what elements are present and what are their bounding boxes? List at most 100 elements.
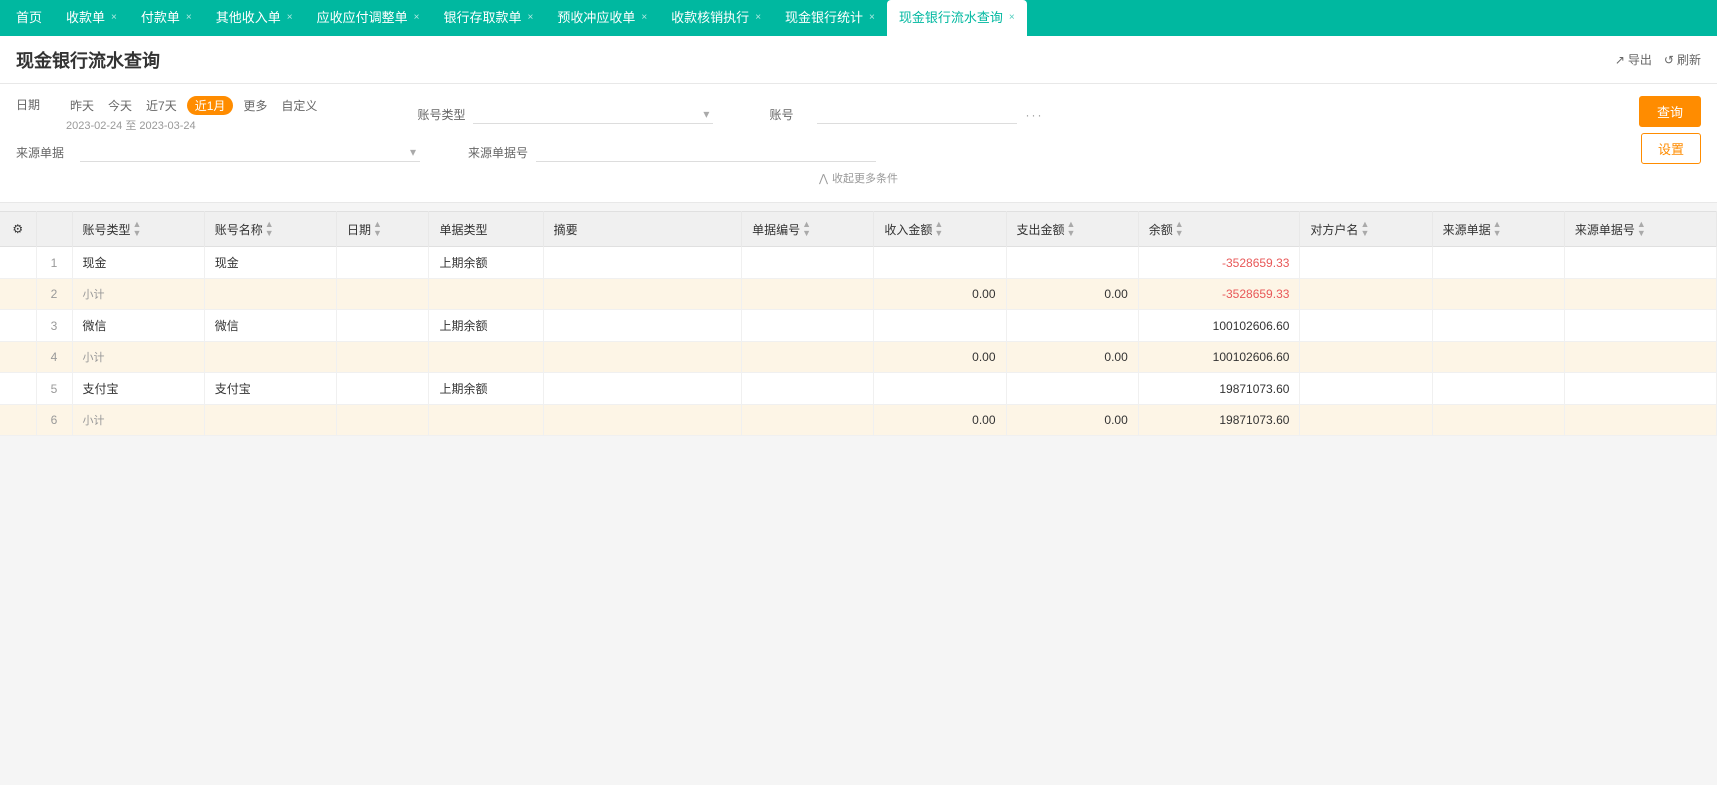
- cell-row-num: 1: [36, 247, 72, 279]
- cell-date: [336, 279, 429, 310]
- source-doc-select[interactable]: ▾: [80, 143, 420, 162]
- nav-receipt[interactable]: 收款单 ×: [54, 0, 129, 36]
- th-income[interactable]: 收入金额 ▲▼: [874, 212, 1006, 247]
- nav-advance-offset[interactable]: 预收冲应收单 ×: [545, 0, 659, 36]
- th-row-num: [36, 212, 72, 247]
- nav-bank-deposit[interactable]: 银行存取款单 ×: [431, 0, 545, 36]
- cell-row-num: 2: [36, 279, 72, 310]
- th-date[interactable]: 日期 ▲▼: [336, 212, 429, 247]
- query-button[interactable]: 查询: [1639, 96, 1701, 127]
- nav-cash-bank-stat[interactable]: 现金银行统计 ×: [773, 0, 887, 36]
- source-doc-no-label: 来源单据号: [468, 144, 528, 161]
- cell-doc-no: [742, 247, 874, 279]
- nav-receipt-close[interactable]: ×: [111, 0, 117, 36]
- cell-source-doc-no: [1564, 342, 1716, 373]
- nav-cash-bank-stat-close[interactable]: ×: [869, 0, 875, 36]
- cell-empty: [0, 247, 36, 279]
- cell-counterparty: [1300, 342, 1432, 373]
- cell-counterparty: [1300, 247, 1432, 279]
- cell-counterparty: [1300, 373, 1432, 405]
- cell-account-name: 现金: [204, 247, 336, 279]
- nav-bank-deposit-close[interactable]: ×: [527, 0, 533, 36]
- cell-empty: [0, 342, 36, 373]
- date-btn-1month[interactable]: 近1月: [187, 96, 234, 115]
- cell-summary: [543, 247, 741, 279]
- cell-income: 0.00: [874, 405, 1006, 436]
- cell-balance: 100102606.60: [1138, 310, 1300, 342]
- cell-expense: 0.00: [1006, 405, 1138, 436]
- th-source-doc-no[interactable]: 来源单据号 ▲▼: [1564, 212, 1716, 247]
- date-btn-custom[interactable]: 自定义: [277, 96, 321, 115]
- date-buttons: 昨天 今天 近7天 近1月 更多 自定义: [66, 96, 321, 115]
- nav-payment[interactable]: 付款单 ×: [129, 0, 204, 36]
- th-account-type[interactable]: 账号类型 ▲▼: [72, 212, 204, 247]
- table-body: 1 现金 现金 上期余额 -3528659.33 2 小计 0.00 0.00 …: [0, 247, 1717, 436]
- account-more-icon[interactable]: ···: [1025, 108, 1043, 122]
- sort-icon-expense: ▲▼: [1067, 220, 1076, 238]
- data-table: ⚙ 账号类型 ▲▼ 账号名称 ▲▼: [0, 211, 1717, 436]
- cell-income: [874, 373, 1006, 405]
- th-source-doc[interactable]: 来源单据 ▲▼: [1432, 212, 1564, 247]
- chevron-down-icon: ▾: [703, 107, 709, 121]
- cell-source-doc-no: [1564, 247, 1716, 279]
- cell-doc-type: 上期余额: [429, 373, 543, 405]
- th-gear[interactable]: ⚙: [0, 212, 36, 247]
- nav-collection-exec-close[interactable]: ×: [755, 0, 761, 36]
- date-btn-yesterday[interactable]: 昨天: [66, 96, 98, 115]
- nav-advance-offset-close[interactable]: ×: [641, 0, 647, 36]
- refresh-button[interactable]: ↺ 刷新: [1664, 51, 1701, 68]
- th-expense[interactable]: 支出金额 ▲▼: [1006, 212, 1138, 247]
- th-account-name[interactable]: 账号名称 ▲▼: [204, 212, 336, 247]
- cell-date: [336, 342, 429, 373]
- nav-other-income-label: 其他收入单: [216, 0, 281, 36]
- sort-icon-account-name: ▲▼: [265, 220, 274, 238]
- date-btn-more[interactable]: 更多: [239, 96, 271, 115]
- nav-home[interactable]: 首页: [4, 0, 54, 36]
- nav-ar-adjust[interactable]: 应收应付调整单 ×: [305, 0, 432, 36]
- cell-account-name: 支付宝: [204, 373, 336, 405]
- refresh-icon: ↺: [1664, 53, 1674, 67]
- page-title: 现金银行流水查询: [16, 47, 160, 73]
- nav-cash-bank-stat-label: 现金银行统计: [785, 0, 863, 36]
- nav-ar-adjust-close[interactable]: ×: [414, 0, 420, 36]
- export-button[interactable]: ↗ 导出: [1615, 51, 1652, 68]
- nav-cash-bank-flow[interactable]: 现金银行流水查询 ×: [887, 0, 1027, 36]
- th-doc-type[interactable]: 单据类型: [429, 212, 543, 247]
- sort-icon-account-type: ▲▼: [133, 220, 142, 238]
- nav-other-income[interactable]: 其他收入单 ×: [204, 0, 305, 36]
- sort-icon-source-doc: ▲▼: [1493, 220, 1502, 238]
- settings-button[interactable]: 设置: [1641, 133, 1701, 164]
- cell-summary: [543, 342, 741, 373]
- nav-cash-bank-flow-close[interactable]: ×: [1009, 0, 1015, 36]
- gear-icon[interactable]: ⚙: [12, 222, 23, 236]
- nav-collection-exec[interactable]: 收款核销执行 ×: [659, 0, 773, 36]
- th-summary[interactable]: 摘要: [543, 212, 741, 247]
- nav-other-income-close[interactable]: ×: [287, 0, 293, 36]
- nav-advance-offset-label: 预收冲应收单: [557, 0, 635, 36]
- cell-doc-no: [742, 310, 874, 342]
- cell-date: [336, 247, 429, 279]
- cell-doc-type: [429, 405, 543, 436]
- export-icon: ↗: [1615, 53, 1625, 67]
- source-doc-no-input[interactable]: [536, 143, 876, 162]
- account-input[interactable]: [817, 105, 1017, 124]
- cell-income: [874, 247, 1006, 279]
- account-type-select[interactable]: ▾: [473, 105, 713, 124]
- nav-payment-close[interactable]: ×: [186, 0, 192, 36]
- cell-summary: [543, 405, 741, 436]
- sort-icon-source-doc-no: ▲▼: [1637, 220, 1646, 238]
- cell-summary: [543, 310, 741, 342]
- date-btn-today[interactable]: 今天: [104, 96, 136, 115]
- source-doc-label: 来源单据: [16, 144, 64, 161]
- th-balance[interactable]: 余额 ▲▼: [1138, 212, 1300, 247]
- cell-counterparty: [1300, 279, 1432, 310]
- th-counterparty[interactable]: 对方户名 ▲▼: [1300, 212, 1432, 247]
- th-doc-no[interactable]: 单据编号 ▲▼: [742, 212, 874, 247]
- cell-account-name: [204, 279, 336, 310]
- cell-balance: -3528659.33: [1138, 279, 1300, 310]
- nav-home-label: 首页: [16, 0, 42, 36]
- account-label: 账号: [769, 106, 809, 123]
- collapse-bar[interactable]: ⋀ 收起更多条件: [16, 166, 1701, 190]
- date-btn-7days[interactable]: 近7天: [142, 96, 181, 115]
- cell-expense: 0.00: [1006, 279, 1138, 310]
